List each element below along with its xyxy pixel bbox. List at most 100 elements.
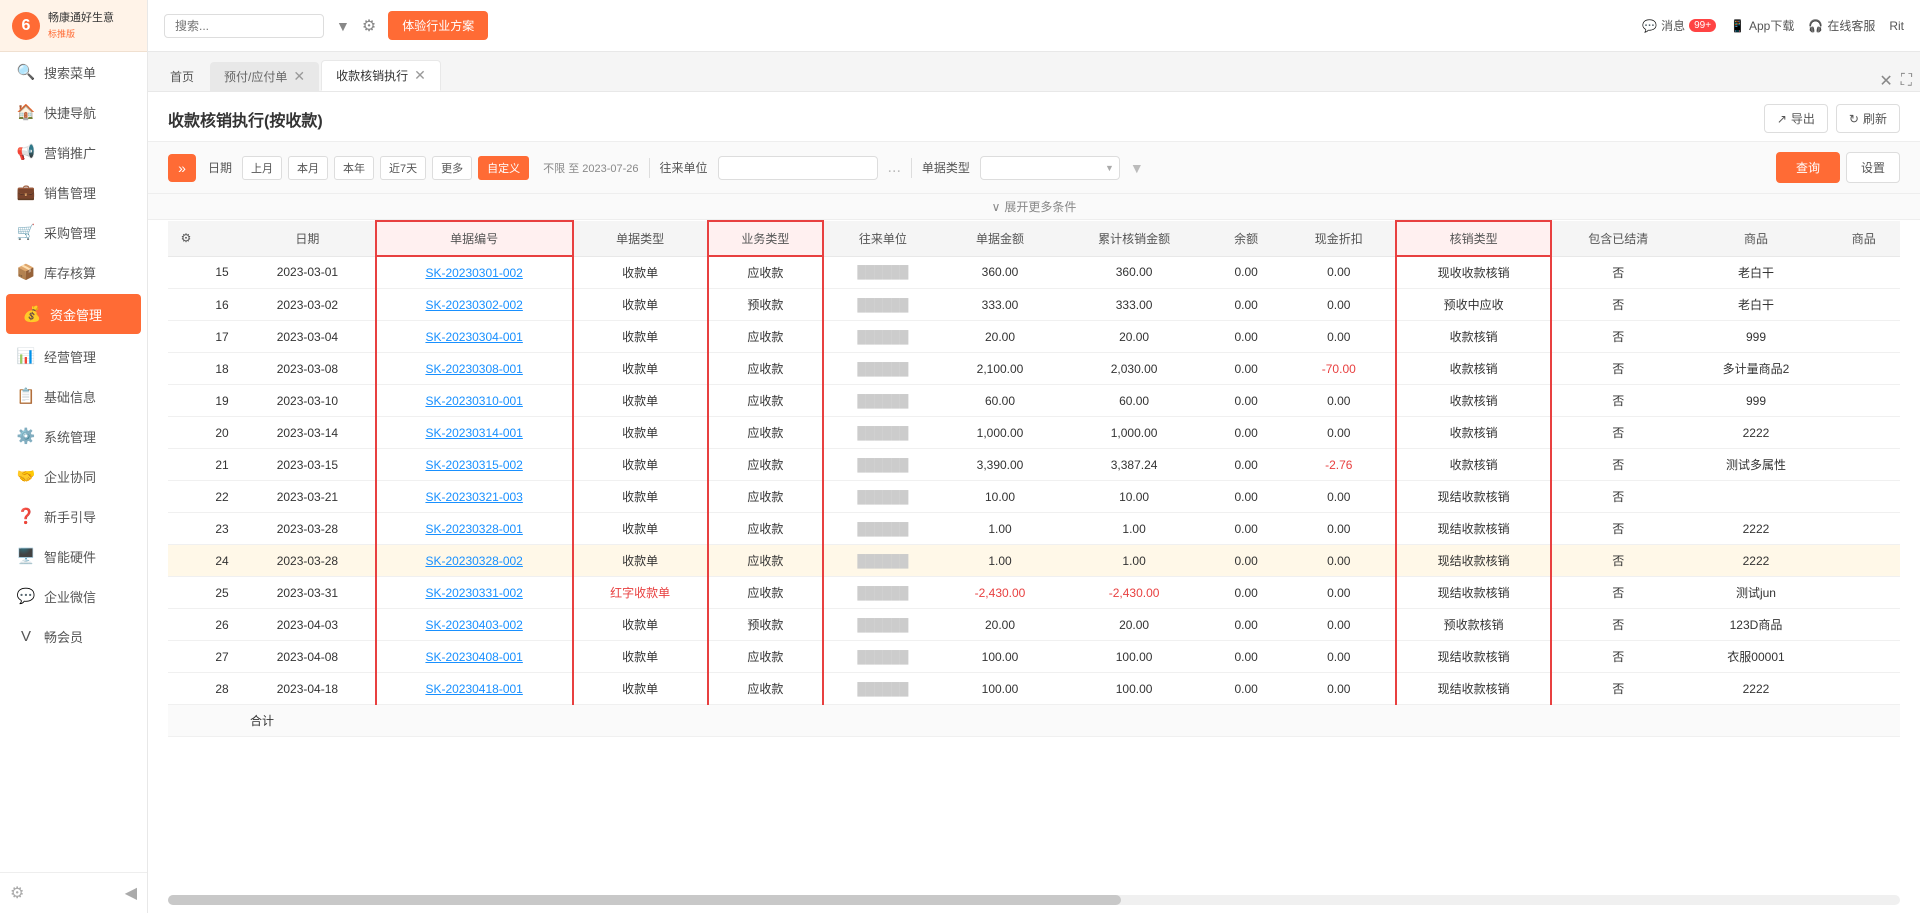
sidebar-item-search[interactable]: 🔍 搜索菜单 — [0, 52, 147, 92]
table-cell[interactable] — [168, 289, 204, 321]
table-cell: 2023-03-08 — [240, 353, 376, 385]
date-custom-btn[interactable]: 自定义 — [478, 156, 529, 180]
sidebar-item-marketing[interactable]: 📢 营销推广 — [0, 132, 147, 172]
filter-bar: » 日期 上月 本月 本年 近7天 更多 自定义 不限 至 2023-07-26… — [148, 142, 1920, 194]
online-service-item[interactable]: 🎧 在线客服 — [1808, 17, 1875, 34]
table-cell: 否 — [1551, 481, 1685, 513]
table-cell: SK-20230310-001 — [376, 385, 573, 417]
topbar-dropdown-icon[interactable]: ▼ — [336, 18, 350, 34]
counterparty-input[interactable] — [718, 156, 878, 180]
table-cell: 28 — [204, 673, 240, 705]
table-cell: 否 — [1551, 577, 1685, 609]
table-cell: 应收款 — [708, 256, 823, 289]
settings-icon[interactable]: ⚙ — [10, 883, 24, 903]
user-item[interactable]: Rit — [1889, 19, 1904, 33]
table-container[interactable]: ⚙ 日期 单据编号 单据类型 业务类型 往来单位 单据金额 累计核销金额 余额 … — [148, 220, 1920, 891]
messages-item[interactable]: 💬 消息 99+ — [1642, 17, 1716, 34]
table-cell: 收款单 — [573, 641, 708, 673]
sidebar-item-wechat[interactable]: 💬 企业微信 — [0, 576, 147, 616]
bill-type-dropdown-icon[interactable]: ▼ — [1130, 160, 1144, 176]
message-icon: 💬 — [1642, 19, 1657, 33]
table-cell: 60.00 — [1058, 385, 1210, 417]
sidebar-item-basic[interactable]: 📋 基础信息 — [0, 376, 147, 416]
sidebar-item-inventory[interactable]: 📦 库存核算 — [0, 252, 147, 292]
table-cell: 应收款 — [708, 577, 823, 609]
sidebar-item-system[interactable]: ⚙️ 系统管理 — [0, 416, 147, 456]
table-cell: 应收款 — [708, 417, 823, 449]
table-cell[interactable] — [168, 609, 204, 641]
filter-dots[interactable]: ... — [888, 159, 901, 177]
sidebar-item-guide[interactable]: ❓ 新手引导 — [0, 496, 147, 536]
total-row: 合计 — [168, 705, 1900, 737]
table-cell: 收款单 — [573, 481, 708, 513]
table-cell: 2023-03-04 — [240, 321, 376, 353]
table-row: 242023-03-28SK-20230328-002收款单应收款██████1… — [168, 545, 1900, 577]
table-cell — [1827, 449, 1900, 481]
table-cell: 1.00 — [1058, 513, 1210, 545]
table-cell[interactable] — [168, 256, 204, 289]
app-download-item[interactable]: 📱 App下载 — [1730, 17, 1794, 34]
sidebar-item-operations[interactable]: 📊 经营管理 — [0, 336, 147, 376]
tab-prepay-close[interactable]: ✕ — [293, 68, 305, 85]
table-cell: SK-20230321-003 — [376, 481, 573, 513]
sidebar-item-member[interactable]: V 畅会员 — [0, 616, 147, 656]
tab-prepay[interactable]: 预付/应付单 ✕ — [210, 62, 319, 91]
table-cell: 20.00 — [942, 321, 1059, 353]
table-cell[interactable] — [168, 449, 204, 481]
online-service-label: 在线客服 — [1827, 17, 1875, 34]
table-cell[interactable] — [168, 673, 204, 705]
table-cell: 2023-03-28 — [240, 545, 376, 577]
sidebar-item-sales[interactable]: 💼 销售管理 — [0, 172, 147, 212]
date-7days-btn[interactable]: 近7天 — [380, 156, 426, 180]
table-cell: 否 — [1551, 385, 1685, 417]
date-more-btn[interactable]: 更多 — [432, 156, 472, 180]
tab-home[interactable]: 首页 — [156, 62, 208, 91]
table-cell: 20.00 — [1058, 609, 1210, 641]
col-cash-discount: 现金折扣 — [1282, 221, 1396, 256]
bill-type-input[interactable] — [980, 156, 1120, 180]
table-cell: 10.00 — [1058, 481, 1210, 513]
sidebar-item-hardware[interactable]: 🖥️ 智能硬件 — [0, 536, 147, 576]
filter-toggle-btn[interactable]: » — [168, 154, 196, 182]
tab-expand-icon[interactable]: ⛶ — [1901, 72, 1912, 90]
table-cell[interactable] — [168, 385, 204, 417]
gear-icon[interactable]: ⚙ — [362, 16, 376, 36]
query-btn[interactable]: 查询 — [1776, 152, 1840, 183]
industry-btn[interactable]: 体验行业方案 — [388, 11, 488, 40]
table-scrollbar-container[interactable] — [148, 891, 1920, 913]
table-cell[interactable] — [168, 513, 204, 545]
date-last-month-btn[interactable]: 上月 — [242, 156, 282, 180]
table-cell: 现结收款核销 — [1396, 545, 1551, 577]
col-gear[interactable]: ⚙ — [168, 221, 204, 256]
table-cell: 收款单 — [573, 513, 708, 545]
table-cell[interactable] — [168, 353, 204, 385]
tab-collection[interactable]: 收款核销执行 ✕ — [321, 60, 441, 91]
col-balance: 余额 — [1210, 221, 1283, 256]
table-cell: 否 — [1551, 545, 1685, 577]
table-cell[interactable] — [168, 641, 204, 673]
expand-conditions-btn[interactable]: ∨ 展开更多条件 — [992, 198, 1077, 215]
tab-close-all-icon[interactable]: ✕ — [1879, 71, 1892, 91]
search-input[interactable] — [164, 14, 324, 38]
table-cell: 20 — [204, 417, 240, 449]
table-cell: 0.00 — [1210, 353, 1283, 385]
tab-collection-close[interactable]: ✕ — [414, 67, 426, 84]
table-cell: 0.00 — [1282, 289, 1396, 321]
filter-setting-btn[interactable]: 设置 — [1846, 152, 1900, 183]
date-this-month-btn[interactable]: 本月 — [288, 156, 328, 180]
table-cell[interactable] — [168, 545, 204, 577]
export-btn[interactable]: ↗ 导出 — [1764, 104, 1828, 133]
table-scrollbar[interactable] — [168, 895, 1900, 905]
table-cell[interactable] — [168, 577, 204, 609]
sidebar-item-purchase[interactable]: 🛒 采购管理 — [0, 212, 147, 252]
table-cell[interactable] — [168, 481, 204, 513]
sidebar-item-finance[interactable]: 💰 资金管理 — [6, 294, 141, 334]
table-cell[interactable] — [168, 321, 204, 353]
table-cell[interactable] — [168, 417, 204, 449]
scrollbar-thumb[interactable] — [168, 895, 1121, 905]
collapse-icon[interactable]: ◀ — [125, 883, 137, 903]
date-this-year-btn[interactable]: 本年 — [334, 156, 374, 180]
refresh-btn[interactable]: ↻ 刷新 — [1836, 104, 1900, 133]
sidebar-item-quick-nav[interactable]: 🏠 快捷导航 — [0, 92, 147, 132]
sidebar-item-enterprise[interactable]: 🤝 企业协同 — [0, 456, 147, 496]
